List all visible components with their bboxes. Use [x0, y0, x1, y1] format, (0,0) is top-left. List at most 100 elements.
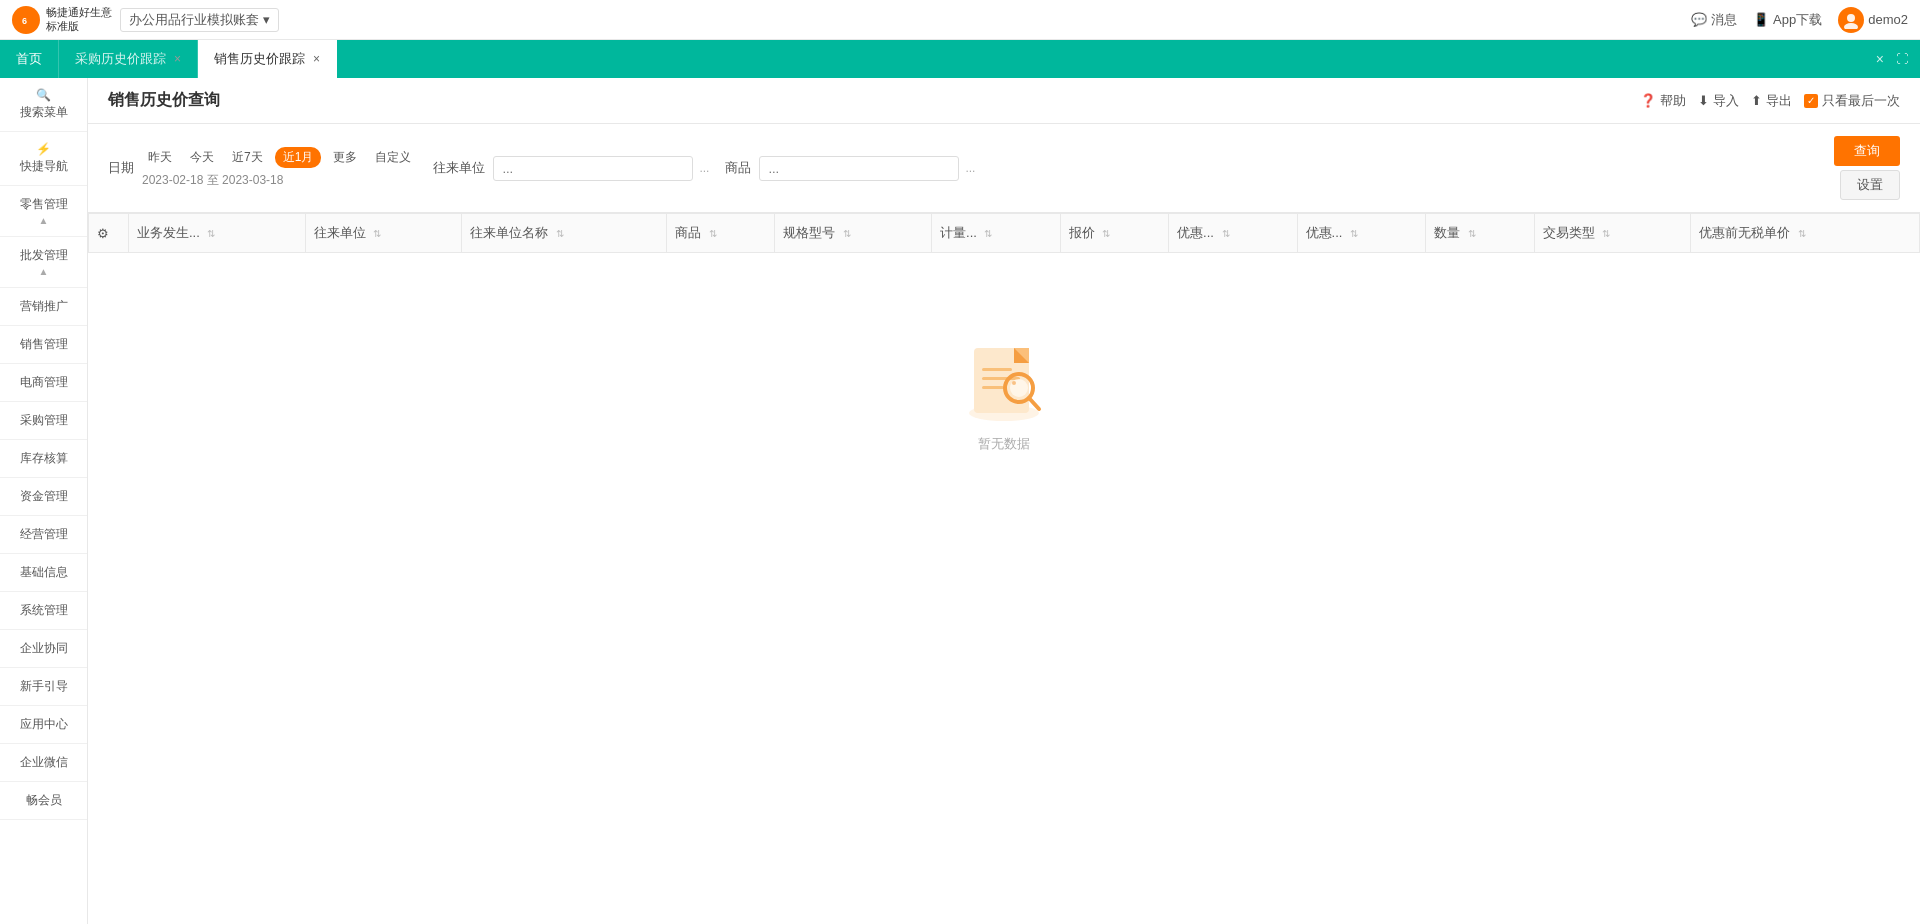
- sort-icon-unit: ⇅: [984, 228, 992, 239]
- sidebar-item-wechat[interactable]: 企业微信: [0, 744, 87, 782]
- date-1month[interactable]: 近1月: [275, 147, 322, 168]
- table-body: 暂无数据: [89, 253, 1920, 534]
- col-quote[interactable]: 报价 ⇅: [1060, 214, 1168, 253]
- col-quantity[interactable]: 数量 ⇅: [1426, 214, 1534, 253]
- date-options: 昨天 今天 近7天 近1月 更多 自定义: [142, 147, 417, 168]
- sort-icon-biz-date: ⇅: [207, 228, 215, 239]
- tabbar: 首页 采购历史价跟踪 × 销售历史价跟踪 × × ⛶: [0, 40, 1920, 78]
- sidebar-item-enterprise[interactable]: 企业协同: [0, 630, 87, 668]
- import-icon: ⬇: [1698, 93, 1709, 108]
- import-button[interactable]: ⬇ 导入: [1698, 92, 1739, 110]
- date-yesterday[interactable]: 昨天: [142, 147, 178, 168]
- empty-state: 暂无数据: [89, 253, 1920, 533]
- topbar-right: 💬 消息 📱 App下载 demo2: [1691, 7, 1908, 33]
- page-actions: ❓ 帮助 ⬇ 导入 ⬆ 导出 ✓ 只看最后一次: [1640, 92, 1900, 110]
- col-biz-date-label: 业务发生...: [137, 225, 200, 240]
- sidebar-item-quicknav[interactable]: ⚡ 快捷导航: [0, 132, 87, 186]
- partner-label: 往来单位: [433, 159, 485, 177]
- sort-icon-partner: ⇅: [373, 228, 381, 239]
- main-layout: 🔍 搜索菜单 ⚡ 快捷导航 零售管理 ▲ 批发管理 ▲ 营销推广 销售管理 电商…: [0, 78, 1920, 924]
- content-area: 销售历史价查询 ❓ 帮助 ⬇ 导入 ⬆ 导出 ✓ 只看最后一次: [88, 78, 1920, 924]
- sidebar-item-system[interactable]: 系统管理: [0, 592, 87, 630]
- tab-close-all-icon[interactable]: ×: [1876, 51, 1884, 67]
- product-input-group: ...: [759, 156, 975, 181]
- sidebar-item-inventory[interactable]: 库存核算: [0, 440, 87, 478]
- col-partner-code[interactable]: 往来单位 ⇅: [305, 214, 462, 253]
- col-unit[interactable]: 计量... ⇅: [932, 214, 1061, 253]
- sidebar-item-basic[interactable]: 基础信息: [0, 554, 87, 592]
- sidebar-item-wholesale[interactable]: 批发管理 ▲: [0, 237, 87, 288]
- message-button[interactable]: 💬 消息: [1691, 11, 1737, 29]
- sidebar-item-operations[interactable]: 经营管理: [0, 516, 87, 554]
- col-settings[interactable]: ⚙: [89, 214, 129, 253]
- user-menu[interactable]: demo2: [1838, 7, 1908, 33]
- svg-rect-7: [982, 377, 1020, 380]
- svg-point-12: [1012, 381, 1016, 385]
- tab-home[interactable]: 首页: [0, 40, 59, 78]
- svg-rect-8: [982, 386, 1004, 389]
- tab-purchase-history[interactable]: 采购历史价跟踪 ×: [59, 40, 198, 78]
- product-filter-group: 商品 ...: [725, 156, 975, 181]
- date-custom[interactable]: 自定义: [369, 147, 417, 168]
- avatar: [1838, 7, 1864, 33]
- sidebar-item-marketing[interactable]: 营销推广: [0, 288, 87, 326]
- tab-maximize-icon[interactable]: ⛶: [1896, 52, 1908, 66]
- page-header: 销售历史价查询 ❓ 帮助 ⬇ 导入 ⬆ 导出 ✓ 只看最后一次: [88, 78, 1920, 124]
- empty-text: 暂无数据: [978, 435, 1030, 453]
- sort-icon-discount1: ⇅: [1222, 228, 1230, 239]
- col-partner-name[interactable]: 往来单位名称 ⇅: [462, 214, 667, 253]
- sidebar-item-search[interactable]: 🔍 搜索菜单: [0, 78, 87, 132]
- sidebar-item-newbie[interactable]: 新手引导: [0, 668, 87, 706]
- chevron-up-icon-2: ▲: [39, 266, 49, 277]
- sidebar-item-finance[interactable]: 资金管理: [0, 478, 87, 516]
- col-product[interactable]: 商品 ⇅: [666, 214, 774, 253]
- tab-sales-close[interactable]: ×: [313, 52, 320, 66]
- sidebar-item-sales[interactable]: 销售管理: [0, 326, 87, 364]
- col-tax-price[interactable]: 优惠前无税单价 ⇅: [1691, 214, 1920, 253]
- checkbox-icon: ✓: [1804, 94, 1818, 108]
- export-icon: ⬆: [1751, 93, 1762, 108]
- col-quantity-label: 数量: [1434, 225, 1460, 240]
- col-spec[interactable]: 规格型号 ⇅: [775, 214, 932, 253]
- help-button[interactable]: ❓ 帮助: [1640, 92, 1686, 110]
- sidebar-item-member[interactable]: 畅会员: [0, 782, 87, 820]
- date-more[interactable]: 更多: [327, 147, 363, 168]
- col-biz-date[interactable]: 业务发生... ⇅: [129, 214, 306, 253]
- svg-text:6: 6: [22, 16, 27, 26]
- tab-sales-history[interactable]: 销售历史价跟踪 ×: [198, 40, 337, 78]
- app-download-button[interactable]: 📱 App下载: [1753, 11, 1822, 29]
- col-quote-label: 报价: [1069, 225, 1095, 240]
- settings-button[interactable]: 设置: [1840, 170, 1900, 200]
- date-today[interactable]: 今天: [184, 147, 220, 168]
- partner-dots-button[interactable]: ...: [699, 161, 709, 175]
- col-discount2[interactable]: 优惠... ⇅: [1297, 214, 1426, 253]
- only-last-checkbox[interactable]: ✓ 只看最后一次: [1804, 92, 1900, 110]
- product-input[interactable]: [759, 156, 959, 181]
- phone-icon: 📱: [1753, 12, 1769, 27]
- date-filter-group: 日期 昨天 今天 近7天 近1月 更多 自定义 2023-02-18 至 202…: [108, 147, 417, 189]
- search-icon: 🔍: [36, 88, 51, 102]
- svg-point-2: [1847, 14, 1855, 22]
- col-trade-type[interactable]: 交易类型 ⇅: [1534, 214, 1691, 253]
- sidebar-item-ecommerce[interactable]: 电商管理: [0, 364, 87, 402]
- svg-point-3: [1844, 23, 1858, 29]
- col-discount1[interactable]: 优惠... ⇅: [1169, 214, 1298, 253]
- date-options-section: 昨天 今天 近7天 近1月 更多 自定义 2023-02-18 至 2023-0…: [142, 147, 417, 189]
- product-label: 商品: [725, 159, 751, 177]
- col-discount2-label: 优惠...: [1306, 225, 1343, 240]
- export-button[interactable]: ⬆ 导出: [1751, 92, 1792, 110]
- tab-purchase-close[interactable]: ×: [174, 52, 181, 66]
- date-7days[interactable]: 近7天: [226, 147, 269, 168]
- sort-icon-trade-type: ⇅: [1602, 228, 1610, 239]
- sidebar-item-purchase[interactable]: 采购管理: [0, 402, 87, 440]
- sidebar: 🔍 搜索菜单 ⚡ 快捷导航 零售管理 ▲ 批发管理 ▲ 营销推广 销售管理 电商…: [0, 78, 88, 924]
- sort-icon-discount2: ⇅: [1350, 228, 1358, 239]
- partner-input[interactable]: [493, 156, 693, 181]
- product-dots-button[interactable]: ...: [965, 161, 975, 175]
- industry-selector[interactable]: 办公用品行业模拟账套 ▾: [120, 8, 279, 32]
- col-product-label: 商品: [675, 225, 701, 240]
- sidebar-item-retail[interactable]: 零售管理 ▲: [0, 186, 87, 237]
- sort-icon-quantity: ⇅: [1468, 228, 1476, 239]
- query-button[interactable]: 查询: [1834, 136, 1900, 166]
- sidebar-item-appcenter[interactable]: 应用中心: [0, 706, 87, 744]
